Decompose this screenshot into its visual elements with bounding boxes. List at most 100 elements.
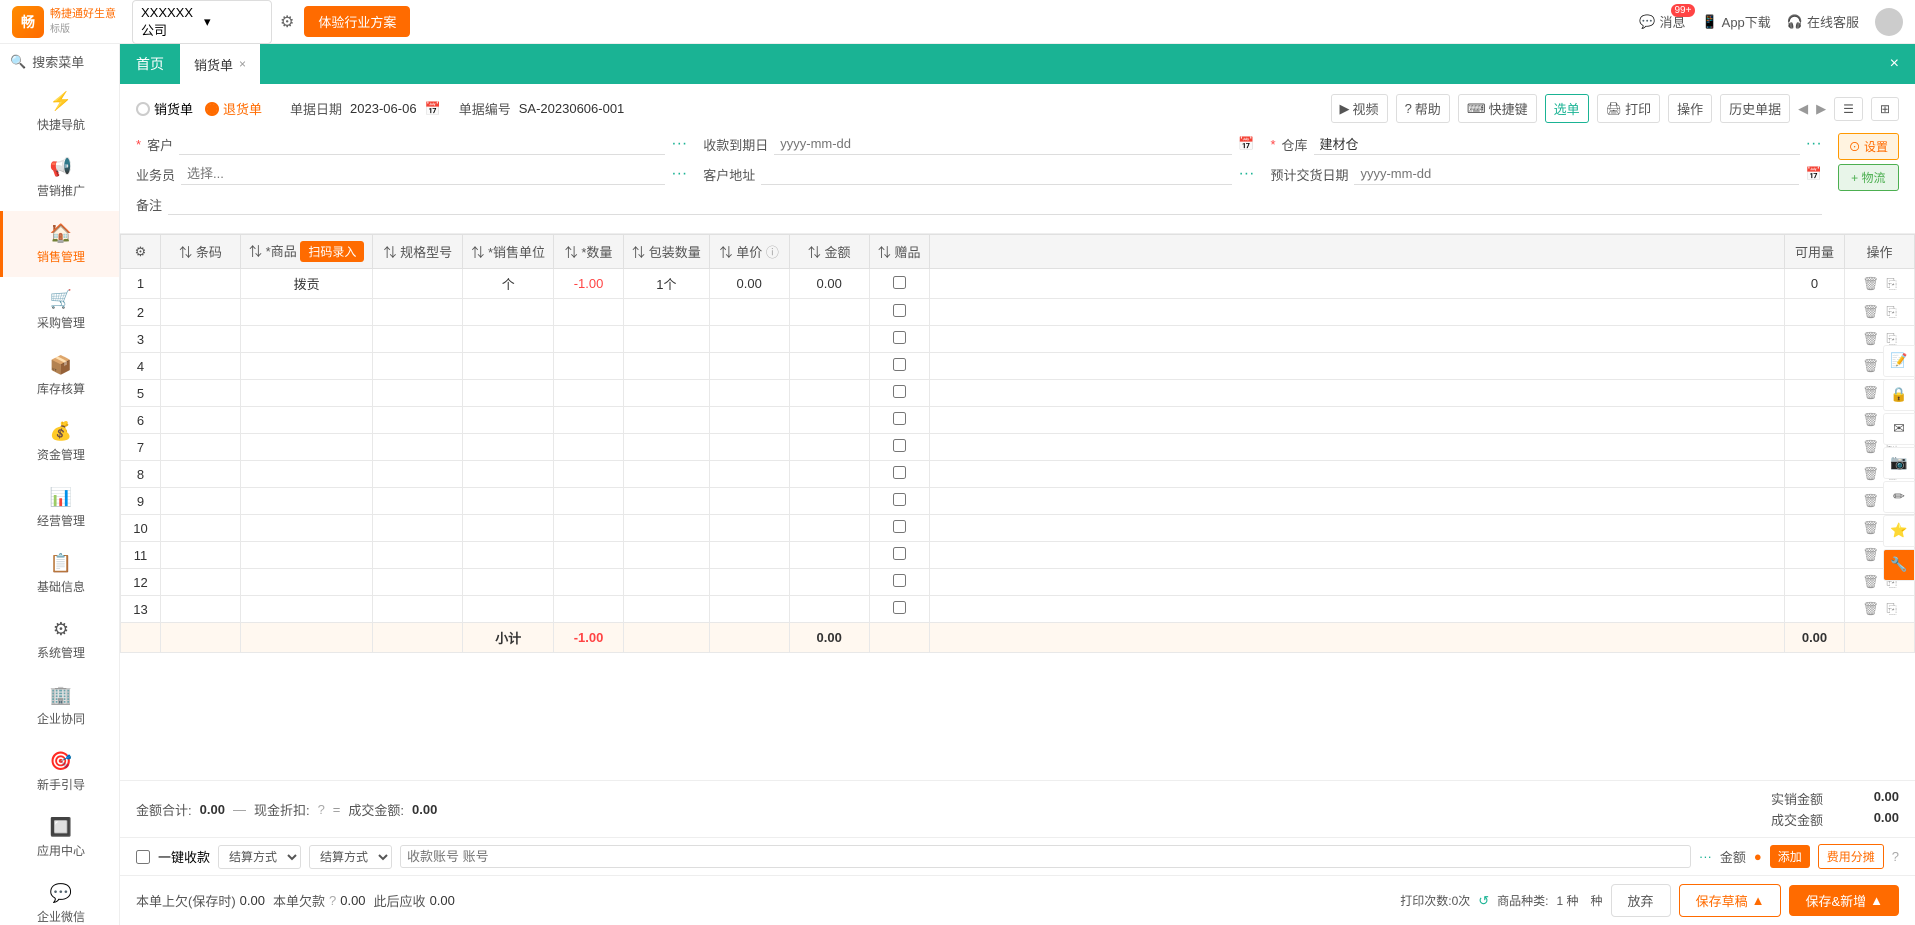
cell-qty[interactable] — [554, 569, 624, 596]
cell-unit[interactable] — [463, 488, 554, 515]
sidebar-item-wechat[interactable]: 💬 企业微信 — [0, 871, 119, 925]
cell-price[interactable] — [709, 434, 789, 461]
cell-qty[interactable] — [554, 596, 624, 623]
account-more-icon[interactable]: ··· — [1699, 849, 1712, 864]
delete-icon[interactable]: 🗑 — [1862, 412, 1879, 427]
sidebar-item-system[interactable]: ⚙ 系统管理 — [0, 607, 119, 673]
sidebar-item-appstore[interactable]: 🔲 应用中心 — [0, 805, 119, 871]
cell-amount[interactable] — [789, 515, 869, 542]
delete-icon[interactable]: 🗑 — [1862, 439, 1879, 454]
cell-unit[interactable] — [463, 515, 554, 542]
cell-spec[interactable] — [373, 407, 463, 434]
list-view-btn[interactable]: ☰ — [1834, 97, 1863, 121]
cell-gift[interactable] — [869, 488, 929, 515]
cell-unit[interactable] — [463, 353, 554, 380]
cell-amount[interactable] — [789, 407, 869, 434]
cell-pack-qty[interactable] — [624, 596, 710, 623]
cell-pack-qty[interactable] — [624, 407, 710, 434]
sort-amount-icon[interactable]: ⇅ — [808, 245, 821, 260]
cell-unit[interactable] — [463, 407, 554, 434]
payment-due-input[interactable] — [774, 133, 1232, 155]
salesperson-more-icon[interactable]: ··· — [671, 165, 687, 183]
cell-amount[interactable] — [789, 542, 869, 569]
history-btn[interactable]: 历史单据 — [1720, 94, 1790, 123]
setting-btn[interactable]: ⊙ 设置 — [1838, 133, 1899, 160]
cell-barcode[interactable] — [161, 515, 241, 542]
cell-pack-qty[interactable] — [624, 569, 710, 596]
cell-unit[interactable] — [463, 542, 554, 569]
cell-barcode[interactable] — [161, 569, 241, 596]
addr-more-icon[interactable]: ··· — [1238, 165, 1254, 183]
cell-gift[interactable] — [869, 596, 929, 623]
payment-method-select[interactable]: 结算方式 — [218, 845, 301, 869]
cell-amount[interactable] — [789, 353, 869, 380]
cell-product[interactable] — [241, 434, 373, 461]
delete-icon[interactable]: 🗑 — [1862, 276, 1879, 291]
copy-icon[interactable]: ⎘ — [1886, 276, 1896, 291]
delete-icon[interactable]: 🗑 — [1862, 601, 1879, 616]
cell-price[interactable] — [709, 542, 789, 569]
cell-price[interactable] — [709, 488, 789, 515]
cell-pack-qty[interactable] — [624, 353, 710, 380]
tab-sales-order[interactable]: 销货单 × — [180, 44, 260, 84]
cell-barcode[interactable] — [161, 596, 241, 623]
cell-amount[interactable]: 0.00 — [789, 269, 869, 299]
cell-gift[interactable] — [869, 299, 929, 326]
cell-barcode[interactable] — [161, 326, 241, 353]
message-item[interactable]: 💬 消息 99+ — [1639, 12, 1685, 31]
cell-barcode[interactable] — [161, 380, 241, 407]
one-click-checkbox[interactable] — [136, 850, 150, 864]
cell-product[interactable] — [241, 542, 373, 569]
expense-btn[interactable]: 费用分摊 — [1818, 844, 1884, 869]
float-btn-3[interactable]: ✉ — [1883, 413, 1915, 445]
cell-unit[interactable] — [463, 569, 554, 596]
grid-view-btn[interactable]: ⊞ — [1871, 97, 1899, 121]
cell-barcode[interactable] — [161, 461, 241, 488]
cell-pack-qty[interactable] — [624, 461, 710, 488]
float-btn-6[interactable]: ⭐ — [1883, 515, 1915, 547]
cell-amount[interactable] — [789, 461, 869, 488]
cell-ops[interactable]: 🗑 ⎘ — [1845, 299, 1915, 326]
cell-pack-qty[interactable] — [624, 515, 710, 542]
cell-amount[interactable] — [789, 326, 869, 353]
cell-spec[interactable] — [373, 380, 463, 407]
cell-price[interactable] — [709, 353, 789, 380]
float-btn-7[interactable]: 🔧 — [1883, 549, 1915, 581]
cell-qty[interactable] — [554, 380, 624, 407]
cell-gift[interactable] — [869, 461, 929, 488]
delete-icon[interactable]: 🗑 — [1862, 385, 1879, 400]
expected-date-input[interactable] — [1354, 163, 1799, 185]
float-btn-5[interactable]: ✏ — [1883, 481, 1915, 513]
sort-spec-icon[interactable]: ⇅ — [384, 245, 397, 260]
user-avatar[interactable] — [1875, 8, 1903, 36]
payment-cal-icon[interactable]: 📅 — [1238, 136, 1254, 152]
app-download-item[interactable]: 📱 App下载 — [1701, 12, 1770, 31]
cell-price[interactable] — [709, 596, 789, 623]
remark-input[interactable] — [168, 193, 1822, 215]
sort-pack-icon[interactable]: ⇅ — [632, 245, 645, 260]
tab-home[interactable]: 首页 — [120, 44, 180, 84]
cell-amount[interactable] — [789, 299, 869, 326]
cell-qty[interactable] — [554, 488, 624, 515]
float-btn-1[interactable]: 📝 — [1883, 345, 1915, 377]
delete-icon[interactable]: 🗑 — [1862, 358, 1879, 373]
scan-button[interactable]: 扫码录入 — [300, 241, 364, 262]
cell-spec[interactable] — [373, 434, 463, 461]
cell-spec[interactable] — [373, 542, 463, 569]
cell-pack-qty[interactable] — [624, 326, 710, 353]
cell-gift[interactable] — [869, 434, 929, 461]
col-header-gear[interactable]: ⚙ — [121, 235, 161, 269]
cell-price[interactable]: 0.00 — [709, 269, 789, 299]
warehouse-more-icon[interactable]: ··· — [1806, 135, 1822, 153]
account-input[interactable] — [400, 845, 1691, 868]
cell-pack-qty[interactable] — [624, 434, 710, 461]
cell-spec[interactable] — [373, 596, 463, 623]
calendar-icon[interactable]: 📅 — [425, 101, 441, 117]
add-payment-btn[interactable]: 添加 — [1770, 845, 1810, 868]
cell-price[interactable] — [709, 515, 789, 542]
cell-qty[interactable] — [554, 353, 624, 380]
add-btn-icon[interactable]: ● — [1754, 849, 1762, 864]
cell-gift[interactable] — [869, 353, 929, 380]
cell-ops[interactable]: 🗑 ⎘ — [1845, 269, 1915, 299]
trial-button[interactable]: 体验行业方案 — [304, 6, 410, 37]
